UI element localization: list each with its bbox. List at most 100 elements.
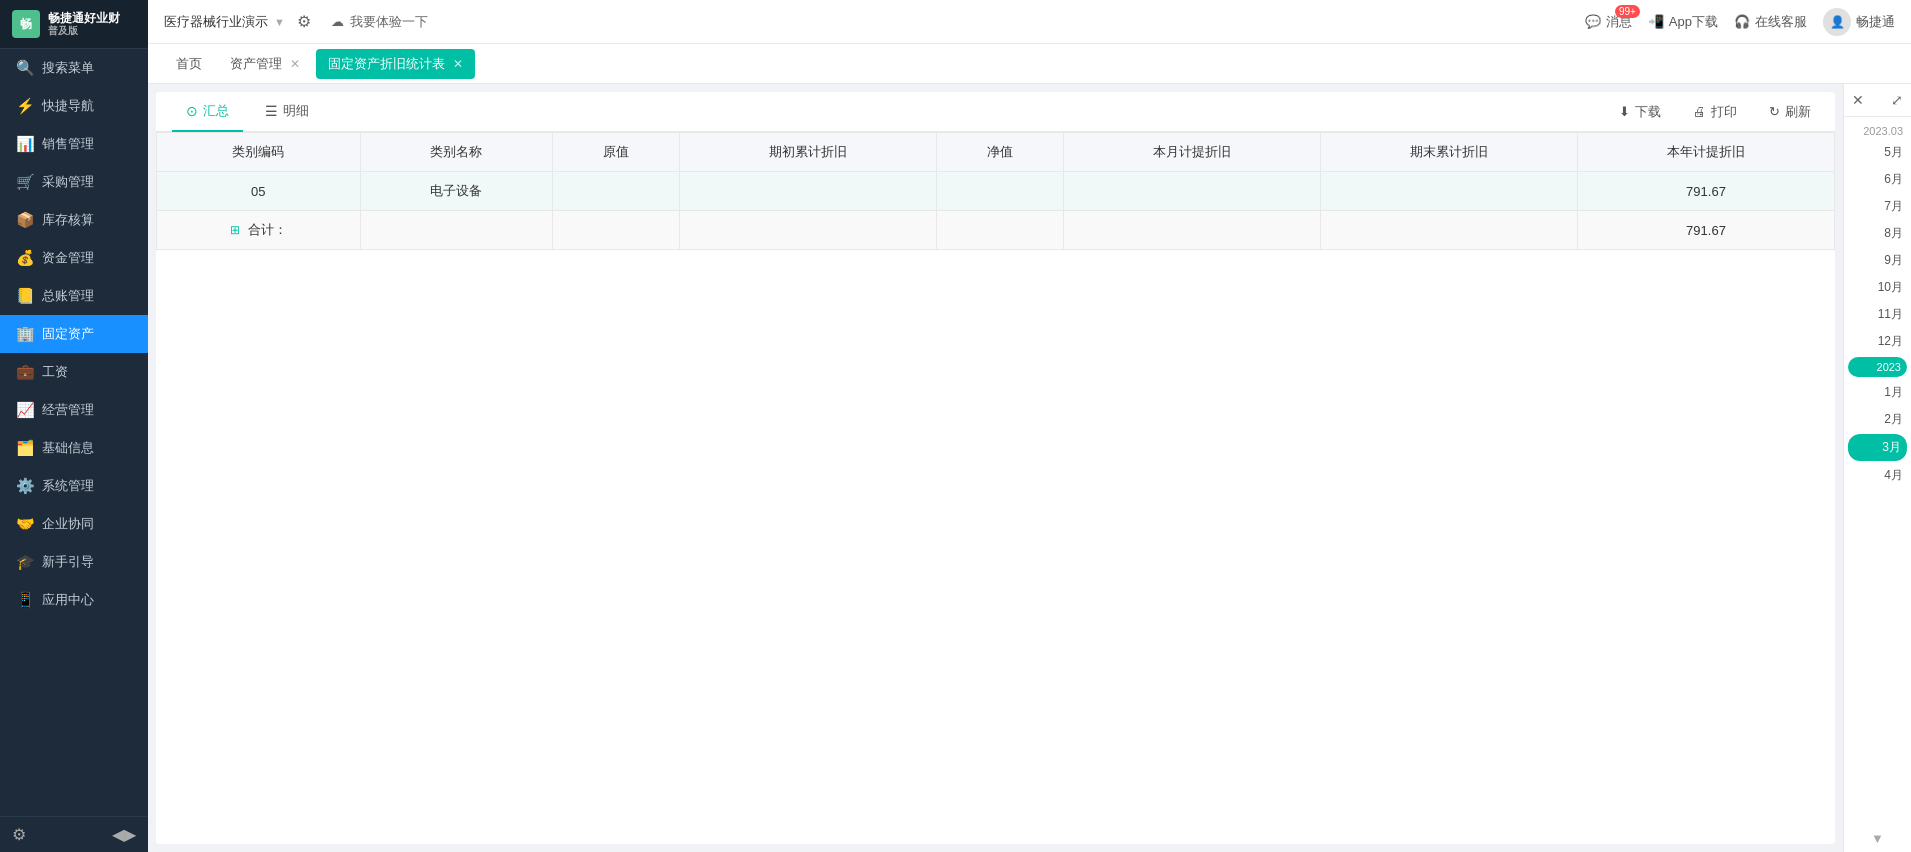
sidebar: 畅 畅捷通好业财 普及版 🔍 搜索菜单 ⚡ 快捷导航 📊 销售管理 🛒 采购管理…: [0, 0, 148, 852]
tab-assets-mgmt[interactable]: 资产管理 ✕: [218, 49, 312, 79]
appdownload-button[interactable]: 📲 App下载: [1648, 13, 1718, 31]
collapse-icon[interactable]: ◀▶: [112, 825, 136, 844]
operations-icon: 📈: [16, 401, 34, 419]
tab-home[interactable]: 首页: [164, 49, 214, 79]
sidebar-item-purchase[interactable]: 🛒 采购管理: [0, 163, 148, 201]
settings-footer-icon[interactable]: ⚙: [12, 825, 26, 844]
sidebar-item-inventory[interactable]: 📦 库存核算: [0, 201, 148, 239]
chevron-down-icon: ▼: [1871, 831, 1884, 846]
table-container: 类别编码 类别名称 原值 期初累计折旧 净值 本月计提折旧 期末累计折旧 本年计…: [156, 132, 1835, 844]
company-selector[interactable]: 医疗器械行业演示 ▼: [164, 13, 285, 31]
total-acc-depr: [679, 211, 936, 250]
sidebar-item-label: 总账管理: [42, 287, 94, 305]
tab-close-icon[interactable]: ✕: [290, 57, 300, 71]
total-net: [936, 211, 1063, 250]
sidebar-item-guide[interactable]: 🎓 新手引导: [0, 543, 148, 581]
tab-depreciation-report[interactable]: 固定资产折旧统计表 ✕: [316, 49, 475, 79]
download-label: 下载: [1635, 103, 1661, 121]
date-year-2023[interactable]: 2023: [1848, 357, 1907, 377]
sidebar-item-appcenter[interactable]: 📱 应用中心: [0, 581, 148, 619]
company-name: 医疗器械行业演示: [164, 13, 268, 31]
header-right: 💬 消息 99+ 📲 App下载 🎧 在线客服 👤 畅捷通: [1585, 8, 1895, 36]
user-name: 畅捷通: [1856, 13, 1895, 31]
tab-depreciation-label: 固定资产折旧统计表: [328, 55, 445, 73]
logo-main: 畅捷通好业财: [48, 11, 120, 25]
experience-button[interactable]: ☁ 我要体验一下: [323, 9, 436, 35]
experience-icon: ☁: [331, 14, 344, 29]
print-button[interactable]: 🖨 打印: [1685, 99, 1745, 125]
sidebar-item-search[interactable]: 🔍 搜索菜单: [0, 49, 148, 87]
sidebar-item-label: 固定资产: [42, 325, 94, 343]
col-monthly-depr: 本月计提折旧: [1064, 133, 1321, 172]
sidebar-item-ledger[interactable]: 📒 总账管理: [0, 277, 148, 315]
download-button[interactable]: ⬇ 下载: [1611, 99, 1669, 125]
sidebar-item-finance[interactable]: 💰 资金管理: [0, 239, 148, 277]
date-month-2[interactable]: 2月: [1844, 406, 1911, 433]
sidebar-item-operations[interactable]: 📈 经营管理: [0, 391, 148, 429]
date-month-1[interactable]: 1月: [1844, 379, 1911, 406]
date-month-8[interactable]: 8月: [1844, 220, 1911, 247]
tab-bar: 首页 资产管理 ✕ 固定资产折旧统计表 ✕: [148, 44, 1911, 84]
date-month-6[interactable]: 6月: [1844, 166, 1911, 193]
sidebar-item-sales[interactable]: 📊 销售管理: [0, 125, 148, 163]
sidebar-item-enterprise[interactable]: 🤝 企业协同: [0, 505, 148, 543]
subtab-detail[interactable]: ☰ 明细: [251, 92, 323, 132]
refresh-button[interactable]: ↻ 刷新: [1761, 99, 1819, 125]
cell-annual-depr: 791.67: [1578, 172, 1835, 211]
sidebar-item-label: 应用中心: [42, 591, 94, 609]
main-area: 医疗器械行业演示 ▼ ⚙ ☁ 我要体验一下 💬 消息 99+ 📲 App下载 🎧…: [148, 0, 1911, 852]
sidebar-item-label: 销售管理: [42, 135, 94, 153]
appdownload-icon: 📲: [1648, 14, 1664, 29]
sidebar-item-label: 库存核算: [42, 211, 94, 229]
header-settings-icon[interactable]: ⚙: [297, 12, 311, 31]
quicknav-icon: ⚡: [16, 97, 34, 115]
subtab-summary[interactable]: ⊙ 汇总: [172, 92, 243, 132]
sidebar-item-label: 经营管理: [42, 401, 94, 419]
total-label: 合计：: [248, 222, 287, 237]
table-row: 05 电子设备 791.67: [157, 172, 1835, 211]
service-label: 在线客服: [1755, 13, 1807, 31]
total-original: [552, 211, 679, 250]
appcenter-icon: 📱: [16, 591, 34, 609]
sidebar-item-salary[interactable]: 💼 工资: [0, 353, 148, 391]
col-original: 原值: [552, 133, 679, 172]
date-month-3-active[interactable]: 3月: [1848, 434, 1907, 461]
basic-icon: 🗂️: [16, 439, 34, 457]
sidebar-item-basic[interactable]: 🗂️ 基础信息: [0, 429, 148, 467]
col-code: 类别编码: [157, 133, 361, 172]
cell-name: 电子设备: [360, 172, 552, 211]
date-month-12[interactable]: 12月: [1844, 328, 1911, 355]
sidebar-item-quicknav[interactable]: ⚡ 快捷导航: [0, 87, 148, 125]
date-month-9[interactable]: 9月: [1844, 247, 1911, 274]
date-panel-close-icon[interactable]: ✕: [1848, 90, 1868, 110]
sales-icon: 📊: [16, 135, 34, 153]
tab-active-close-icon[interactable]: ✕: [453, 57, 463, 71]
date-panel-expand-icon[interactable]: ⤢: [1887, 90, 1907, 110]
service-button[interactable]: 🎧 在线客服: [1734, 13, 1807, 31]
sidebar-item-assets[interactable]: 🏢 固定资产: [0, 315, 148, 353]
messages-button[interactable]: 💬 消息 99+: [1585, 13, 1632, 31]
summary-icon: ⊙: [186, 103, 198, 119]
top-header: 医疗器械行业演示 ▼ ⚙ ☁ 我要体验一下 💬 消息 99+ 📲 App下载 🎧…: [148, 0, 1911, 44]
date-month-5[interactable]: 5月: [1844, 139, 1911, 166]
sidebar-item-label: 资金管理: [42, 249, 94, 267]
avatar: 👤: [1823, 8, 1851, 36]
experience-label: 我要体验一下: [350, 13, 428, 31]
tab-home-label: 首页: [176, 55, 202, 73]
inventory-icon: 📦: [16, 211, 34, 229]
sub-tabs-left: ⊙ 汇总 ☰ 明细: [172, 92, 323, 131]
date-month-4[interactable]: 4月: [1844, 462, 1911, 489]
depreciation-table: 类别编码 类别名称 原值 期初累计折旧 净值 本月计提折旧 期末累计折旧 本年计…: [156, 132, 1835, 250]
refresh-label: 刷新: [1785, 103, 1811, 121]
user-profile[interactable]: 👤 畅捷通: [1823, 8, 1895, 36]
logo-sub: 普及版: [48, 25, 120, 37]
salary-icon: 💼: [16, 363, 34, 381]
date-month-7[interactable]: 7月: [1844, 193, 1911, 220]
date-list-scroll-down[interactable]: ▼: [1844, 825, 1911, 852]
guide-icon: 🎓: [16, 553, 34, 571]
date-month-10[interactable]: 10月: [1844, 274, 1911, 301]
tab-assets-mgmt-label: 资产管理: [230, 55, 282, 73]
date-month-11[interactable]: 11月: [1844, 301, 1911, 328]
sidebar-item-label: 系统管理: [42, 477, 94, 495]
sidebar-item-system[interactable]: ⚙️ 系统管理: [0, 467, 148, 505]
